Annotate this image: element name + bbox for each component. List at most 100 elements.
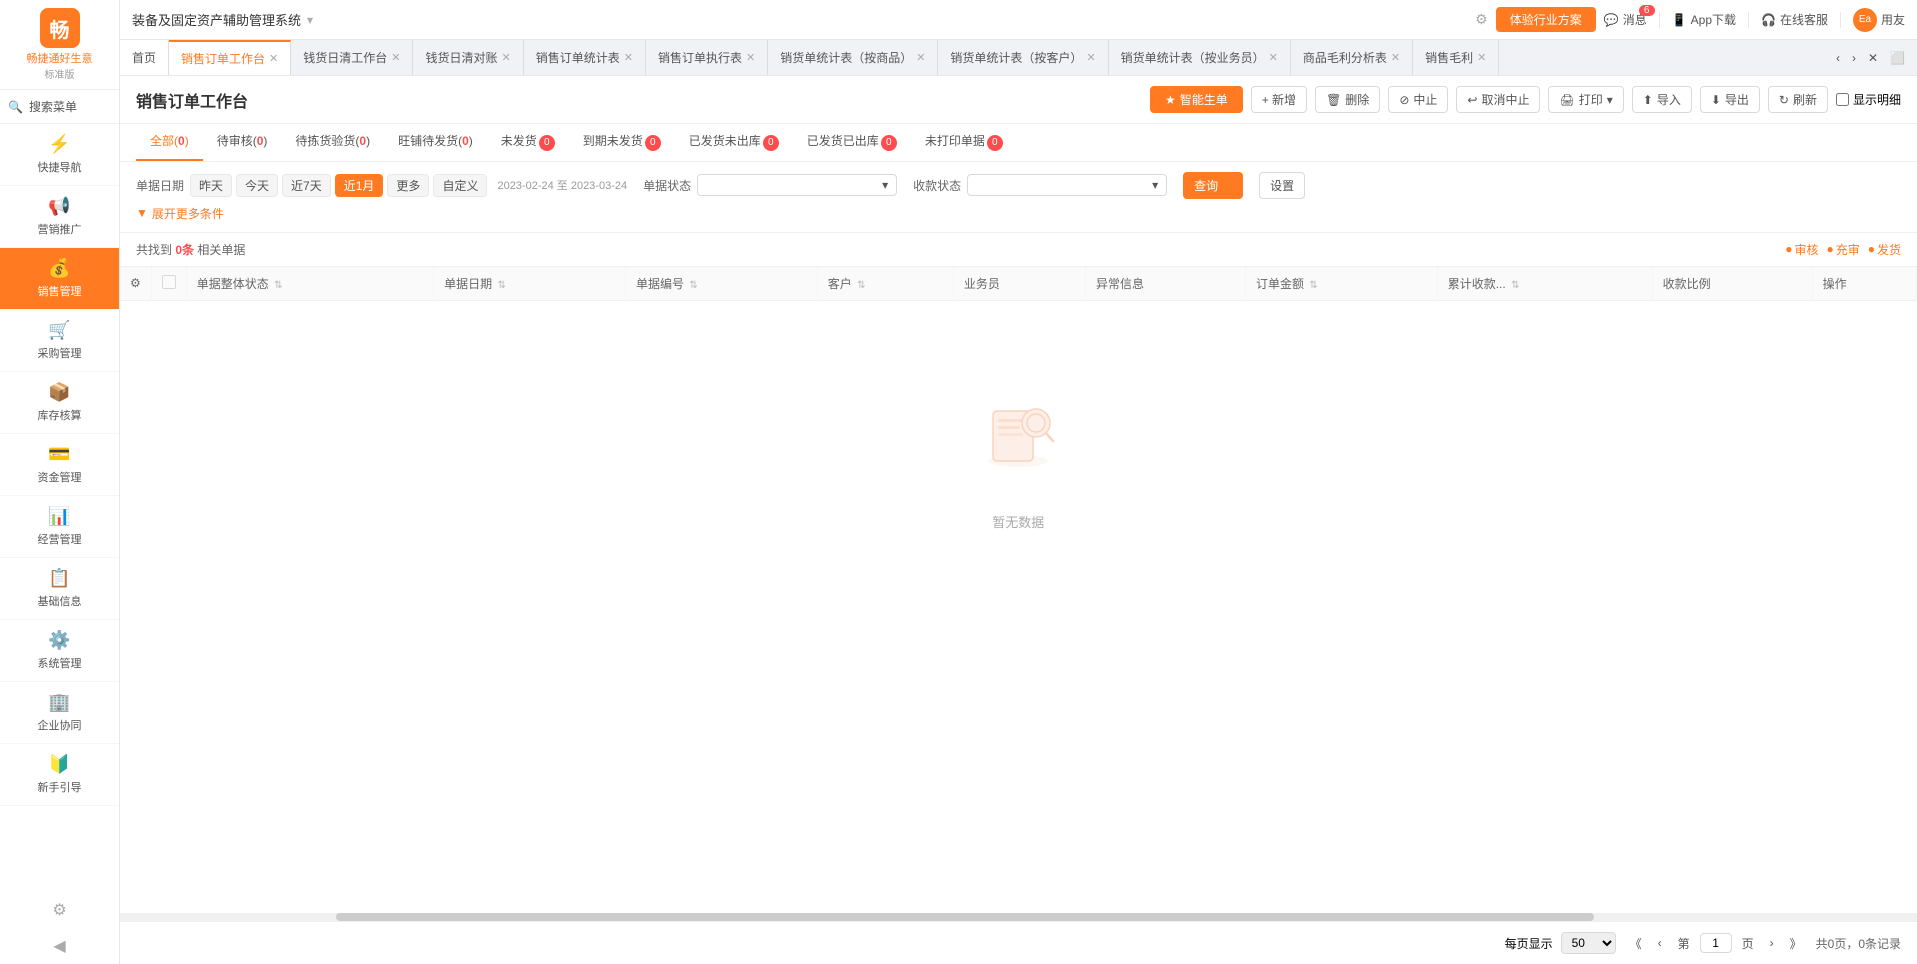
filter-tab-wangpu-ship[interactable]: 旺铺待发货(0) [384, 124, 487, 161]
tab-sales-by-product[interactable]: 销货单统计表（按商品） ✕ [768, 40, 938, 76]
date-btn-custom[interactable]: 自定义 [433, 174, 487, 197]
tab-sales-more-close[interactable]: ✕ [1477, 51, 1486, 64]
review-action-btn[interactable]: ● 审核 [1785, 241, 1818, 258]
sort-date[interactable]: ⇅ [498, 280, 506, 291]
sidebar-item-inventory[interactable]: 📦 库存核算 [0, 372, 119, 434]
add-btn[interactable]: + 新增 [1251, 86, 1307, 113]
page-next-btn[interactable]: › [1764, 934, 1780, 952]
user-btn[interactable]: Ea 用友 [1853, 8, 1905, 32]
nav-tabs-next[interactable]: › [1848, 49, 1860, 67]
trial-btn[interactable]: 体验行业方案 [1496, 7, 1596, 32]
show-detail-checkbox[interactable]: 显示明细 [1836, 91, 1901, 108]
cancel-stop-btn[interactable]: ↩ 取消中止 [1456, 86, 1540, 113]
nav-tabs-prev[interactable]: ‹ [1832, 49, 1844, 67]
sidebar-item-quick-nav[interactable]: ⚡ 快捷导航 [0, 124, 119, 186]
tab-sales-exec[interactable]: 销售订单执行表 ✕ [646, 40, 768, 76]
filter-tab-shipped-out[interactable]: 已发货已出库0 [793, 124, 911, 161]
sidebar-item-guide[interactable]: 🔰 新手引导 [0, 744, 119, 806]
sidebar-item-basic-info[interactable]: 📋 基础信息 [0, 558, 119, 620]
sort-amount[interactable]: ⇅ [1309, 280, 1317, 291]
unreviewed-action-btn[interactable]: ● 充审 [1826, 241, 1859, 258]
sidebar-item-marketing[interactable]: 📢 营销推广 [0, 186, 119, 248]
tab-cash-reconcile-close[interactable]: ✕ [502, 51, 511, 64]
status-select[interactable]: ▾ [697, 174, 897, 196]
tab-cash-daily[interactable]: 钱货日清工作台 ✕ [291, 40, 413, 76]
smart-btn[interactable]: ★ 智能生单 [1150, 86, 1243, 113]
page-input[interactable] [1700, 933, 1732, 953]
sidebar-item-enterprise[interactable]: 🏢 企业协同 [0, 682, 119, 744]
print-btn[interactable]: 🖨 打印 ▾ [1548, 86, 1623, 113]
sidebar-collapse-btn[interactable]: ◀ [0, 928, 119, 964]
sort-collected[interactable]: ⇅ [1511, 280, 1519, 291]
expand-more-btn[interactable]: ▼ 展开更多条件 [136, 205, 1901, 222]
tab-sales-by-staff-close[interactable]: ✕ [1269, 51, 1278, 64]
delete-btn[interactable]: 🗑 删除 [1315, 86, 1380, 113]
filter-tab-not-shipped[interactable]: 未发货0 [487, 124, 569, 161]
tab-cash-reconcile[interactable]: 钱货日清对账 ✕ [413, 40, 523, 76]
filter-tab-overdue-ship[interactable]: 到期未发货0 [569, 124, 675, 161]
date-btn-more[interactable]: 更多 [387, 174, 429, 197]
online-service-btn[interactable]: 🎧 在线客服 [1761, 11, 1828, 28]
sidebar-search[interactable]: 🔍 搜索菜单 [0, 90, 119, 124]
sidebar-item-system[interactable]: ⚙️ 系统管理 [0, 620, 119, 682]
filter-tab-not-printed[interactable]: 未打印单据0 [911, 124, 1017, 161]
date-btn-1month[interactable]: 近1月 [335, 174, 384, 197]
sidebar-item-operations[interactable]: 📊 经营管理 [0, 496, 119, 558]
tab-cash-daily-close[interactable]: ✕ [391, 51, 400, 64]
th-number: 单据编号 ⇅ [625, 267, 817, 301]
tab-gross-profit[interactable]: 商品毛利分析表 ✕ [1291, 40, 1413, 76]
date-btn-today[interactable]: 今天 [236, 174, 278, 197]
tab-sales-by-customer-close[interactable]: ✕ [1086, 51, 1095, 64]
refresh-btn[interactable]: ↻ 刷新 [1768, 86, 1828, 113]
filter-tab-shipped-not-out[interactable]: 已发货未出库0 [675, 124, 793, 161]
th-checkbox[interactable] [151, 267, 186, 301]
query-btn[interactable]: 查询 [1183, 172, 1243, 199]
sidebar-item-finance[interactable]: 💳 资金管理 [0, 434, 119, 496]
filter-tab-all[interactable]: 全部(0) [136, 124, 203, 161]
stop-btn[interactable]: ⊘ 中止 [1388, 86, 1448, 113]
tab-home[interactable]: 首页 [120, 40, 169, 76]
sort-number[interactable]: ⇅ [689, 280, 697, 291]
sort-status[interactable]: ⇅ [274, 280, 282, 291]
nav-tabs-maximize[interactable]: ⬜ [1886, 49, 1909, 67]
tab-sales-by-staff[interactable]: 销货单统计表（按业务员） ✕ [1109, 40, 1291, 76]
tab-sales-exec-label: 销售订单执行表 [658, 49, 742, 66]
tab-gross-profit-close[interactable]: ✕ [1391, 51, 1400, 64]
ship-action-btn[interactable]: ● 发货 [1868, 241, 1901, 258]
tab-sales-stats[interactable]: 销售订单统计表 ✕ [524, 40, 646, 76]
import-btn[interactable]: ⬆ 导入 [1632, 86, 1692, 113]
topbar-dropdown-arrow[interactable]: ▾ [307, 13, 313, 27]
sidebar-settings-btn[interactable]: ⚙ [0, 892, 119, 928]
message-badge: 6 [1639, 5, 1655, 16]
page-size-select[interactable]: 10 20 50 100 [1561, 932, 1616, 954]
tab-sales-by-customer[interactable]: 销货单统计表（按客户） ✕ [938, 40, 1108, 76]
tab-sales-stats-close[interactable]: ✕ [624, 51, 633, 64]
tab-sales-workbench-close[interactable]: ✕ [269, 52, 278, 65]
message-btn[interactable]: 💬 消息 6 [1604, 11, 1647, 28]
horizontal-scrollbar[interactable] [120, 913, 1917, 921]
export-btn[interactable]: ⬇ 导出 [1700, 86, 1760, 113]
tab-sales-exec-close[interactable]: ✕ [746, 51, 755, 64]
show-detail-input[interactable] [1836, 93, 1849, 106]
scrollbar-thumb[interactable] [336, 913, 1594, 921]
page-first-btn[interactable]: 《 [1624, 933, 1648, 954]
set-btn[interactable]: 设置 [1259, 172, 1305, 199]
sidebar-item-purchase[interactable]: 🛒 采购管理 [0, 310, 119, 372]
sidebar-item-sales[interactable]: 💰 销售管理 [0, 248, 119, 310]
page-prev-btn[interactable]: ‹ [1652, 934, 1668, 952]
tab-sales-by-product-close[interactable]: ✕ [916, 51, 925, 64]
stop-icon: ⊘ [1399, 93, 1409, 107]
app-download-btn[interactable]: 📱 App下载 [1672, 11, 1736, 28]
sort-customer[interactable]: ⇅ [857, 280, 865, 291]
collection-select[interactable]: ▾ [967, 174, 1167, 196]
tab-sales-more[interactable]: 销售毛利 ✕ [1413, 40, 1499, 76]
page-last-btn[interactable]: 》 [1784, 933, 1808, 954]
filter-tab-pending-review[interactable]: 待审核(0) [203, 124, 282, 161]
filter-tab-pending-inspect[interactable]: 待拣货验货(0) [281, 124, 384, 161]
tab-sales-workbench[interactable]: 销售订单工作台 ✕ [169, 40, 291, 76]
th-gear[interactable]: ⚙ [120, 267, 151, 301]
date-btn-7days[interactable]: 近7天 [282, 174, 331, 197]
nav-tabs-close-all[interactable]: ✕ [1864, 49, 1882, 67]
topbar-gear-icon[interactable]: ⚙ [1475, 11, 1488, 28]
date-btn-yesterday[interactable]: 昨天 [190, 174, 232, 197]
